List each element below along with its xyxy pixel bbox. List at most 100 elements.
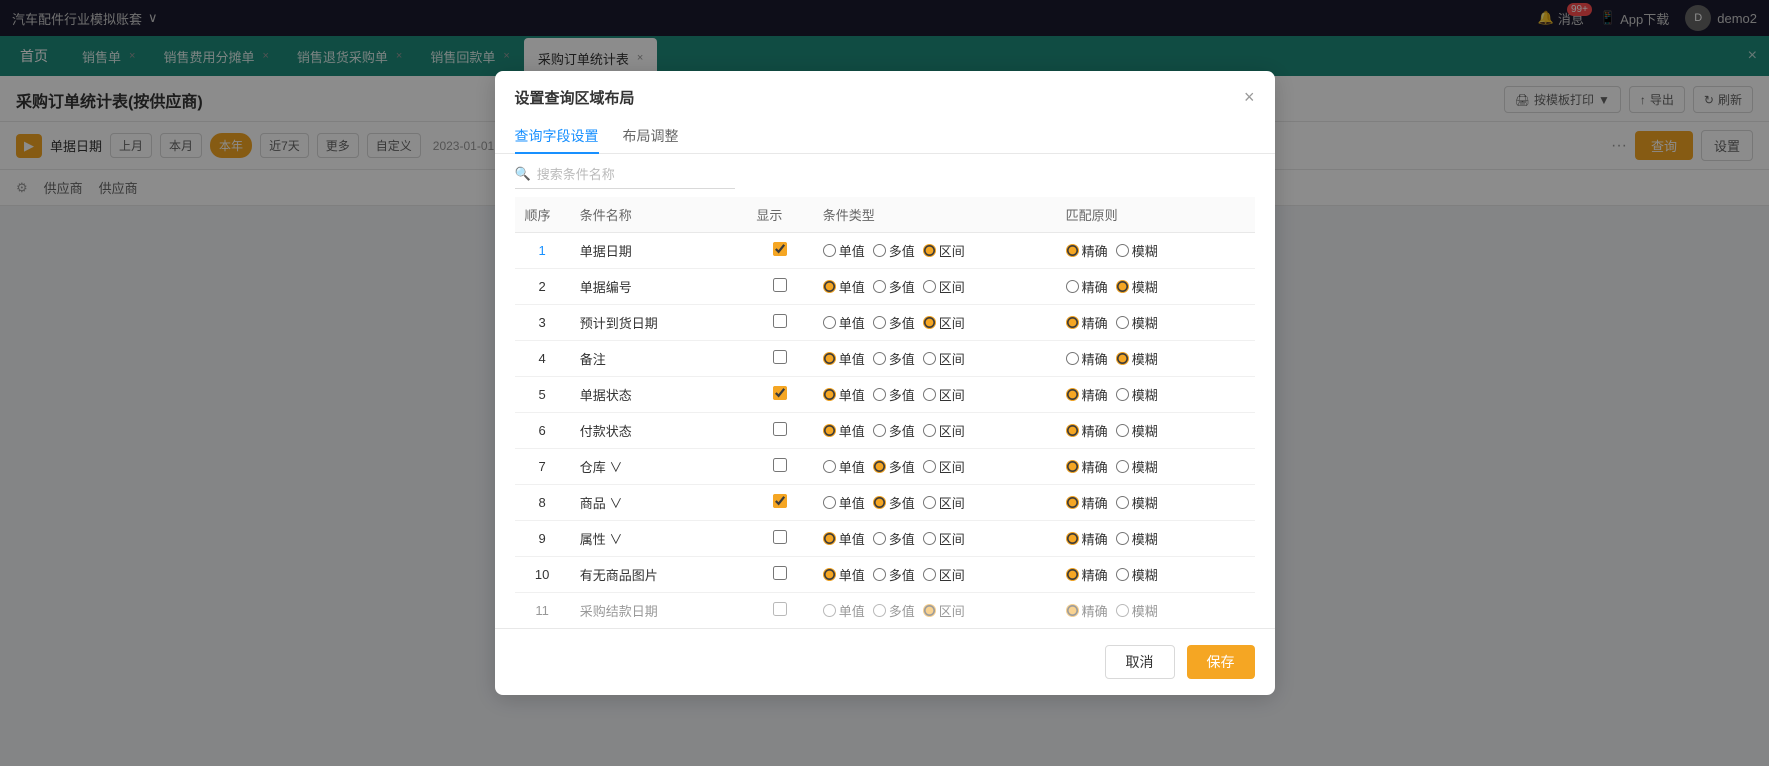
show-checkbox[interactable]: [773, 350, 787, 364]
type-radio-item[interactable]: 区间: [923, 313, 965, 332]
row-condition-name: 付款状态: [570, 413, 747, 449]
match-radio-item[interactable]: 模糊: [1116, 277, 1158, 296]
row-order: 3: [515, 305, 570, 341]
row-show-checkbox[interactable]: [746, 413, 812, 449]
type-radio-item[interactable]: 区间: [923, 241, 965, 260]
type-radio-item[interactable]: 多值: [873, 385, 915, 404]
match-radio-item[interactable]: 精确: [1066, 277, 1108, 296]
row-match-options: 精确模糊: [1056, 233, 1255, 269]
type-radio-item[interactable]: 单值: [823, 349, 865, 368]
row-show-checkbox[interactable]: [746, 269, 812, 305]
match-radio-item[interactable]: 精确: [1066, 565, 1108, 584]
type-radio-item[interactable]: 区间: [923, 421, 965, 440]
modal-overlay: 设置查询区域布局 × 查询字段设置 布局调整 🔍 顺序 条件名称 显示: [0, 0, 1769, 766]
show-checkbox[interactable]: [773, 314, 787, 328]
match-radio-item[interactable]: 精确: [1066, 493, 1108, 512]
row-order: 1: [515, 233, 570, 269]
type-radio-item[interactable]: 多值: [873, 601, 915, 620]
row-show-checkbox[interactable]: [746, 593, 812, 629]
table-row: 11采购结款日期单值多值区间精确模糊: [515, 593, 1255, 629]
match-radio-item[interactable]: 模糊: [1116, 385, 1158, 404]
modal-close-button[interactable]: ×: [1244, 87, 1255, 108]
cancel-button[interactable]: 取消: [1105, 645, 1175, 679]
type-radio-item[interactable]: 多值: [873, 349, 915, 368]
match-radio-item[interactable]: 精确: [1066, 313, 1108, 332]
match-radio-item[interactable]: 模糊: [1116, 421, 1158, 440]
type-radio-item[interactable]: 区间: [923, 349, 965, 368]
search-input[interactable]: [537, 167, 735, 182]
row-show-checkbox[interactable]: [746, 449, 812, 485]
match-radio-item[interactable]: 模糊: [1116, 241, 1158, 260]
type-radio-item[interactable]: 多值: [873, 565, 915, 584]
type-radio-item[interactable]: 多值: [873, 313, 915, 332]
save-button[interactable]: 保存: [1187, 645, 1255, 679]
type-radio-item[interactable]: 单值: [823, 493, 865, 512]
match-radio-item[interactable]: 精确: [1066, 601, 1108, 620]
show-checkbox[interactable]: [773, 494, 787, 508]
row-show-checkbox[interactable]: [746, 521, 812, 557]
type-radio-item[interactable]: 区间: [923, 385, 965, 404]
row-condition-name: 采购结款日期: [570, 593, 747, 629]
type-radio-item[interactable]: 单值: [823, 277, 865, 296]
type-radio-item[interactable]: 单值: [823, 457, 865, 476]
modal-footer: 取消 保存: [495, 628, 1275, 695]
th-name: 条件名称: [570, 197, 747, 233]
table-row: 8商品 ∨单值多值区间精确模糊: [515, 485, 1255, 521]
match-radio-item[interactable]: 模糊: [1116, 565, 1158, 584]
match-radio-item[interactable]: 模糊: [1116, 601, 1158, 620]
show-checkbox[interactable]: [773, 278, 787, 292]
match-radio-item[interactable]: 精确: [1066, 421, 1108, 440]
type-radio-item[interactable]: 多值: [873, 529, 915, 548]
match-radio-item[interactable]: 模糊: [1116, 529, 1158, 548]
row-order: 4: [515, 341, 570, 377]
type-radio-item[interactable]: 多值: [873, 493, 915, 512]
type-radio-item[interactable]: 区间: [923, 277, 965, 296]
match-radio-item[interactable]: 模糊: [1116, 457, 1158, 476]
match-radio-item[interactable]: 精确: [1066, 241, 1108, 260]
type-radio-item[interactable]: 区间: [923, 565, 965, 584]
row-show-checkbox[interactable]: [746, 341, 812, 377]
row-show-checkbox[interactable]: [746, 377, 812, 413]
tab-query-fields[interactable]: 查询字段设置: [515, 120, 599, 154]
type-radio-item[interactable]: 多值: [873, 241, 915, 260]
table-row: 6付款状态单值多值区间精确模糊: [515, 413, 1255, 449]
row-order: 8: [515, 485, 570, 521]
match-radio-item[interactable]: 精确: [1066, 457, 1108, 476]
search-wrap: 🔍: [515, 166, 735, 189]
type-radio-item[interactable]: 单值: [823, 601, 865, 620]
type-radio-item[interactable]: 多值: [873, 457, 915, 476]
match-radio-item[interactable]: 模糊: [1116, 313, 1158, 332]
show-checkbox[interactable]: [773, 566, 787, 580]
show-checkbox[interactable]: [773, 386, 787, 400]
row-type-options: 单值多值区间: [813, 557, 1056, 593]
row-show-checkbox[interactable]: [746, 305, 812, 341]
row-condition-name: 属性 ∨: [570, 521, 747, 557]
row-show-checkbox[interactable]: [746, 233, 812, 269]
type-radio-item[interactable]: 单值: [823, 529, 865, 548]
show-checkbox[interactable]: [773, 422, 787, 436]
type-radio-item[interactable]: 区间: [923, 493, 965, 512]
show-checkbox[interactable]: [773, 602, 787, 616]
row-type-options: 单值多值区间: [813, 485, 1056, 521]
type-radio-item[interactable]: 多值: [873, 421, 915, 440]
match-radio-item[interactable]: 精确: [1066, 385, 1108, 404]
show-checkbox[interactable]: [773, 242, 787, 256]
type-radio-item[interactable]: 区间: [923, 457, 965, 476]
match-radio-item[interactable]: 模糊: [1116, 349, 1158, 368]
type-radio-item[interactable]: 单值: [823, 241, 865, 260]
type-radio-item[interactable]: 区间: [923, 601, 965, 620]
type-radio-item[interactable]: 单值: [823, 565, 865, 584]
tab-layout-adjust[interactable]: 布局调整: [623, 120, 679, 154]
show-checkbox[interactable]: [773, 458, 787, 472]
row-show-checkbox[interactable]: [746, 485, 812, 521]
row-show-checkbox[interactable]: [746, 557, 812, 593]
match-radio-item[interactable]: 精确: [1066, 349, 1108, 368]
type-radio-item[interactable]: 区间: [923, 529, 965, 548]
type-radio-item[interactable]: 单值: [823, 313, 865, 332]
type-radio-item[interactable]: 单值: [823, 421, 865, 440]
show-checkbox[interactable]: [773, 530, 787, 544]
match-radio-item[interactable]: 模糊: [1116, 493, 1158, 512]
match-radio-item[interactable]: 精确: [1066, 529, 1108, 548]
type-radio-item[interactable]: 单值: [823, 385, 865, 404]
type-radio-item[interactable]: 多值: [873, 277, 915, 296]
